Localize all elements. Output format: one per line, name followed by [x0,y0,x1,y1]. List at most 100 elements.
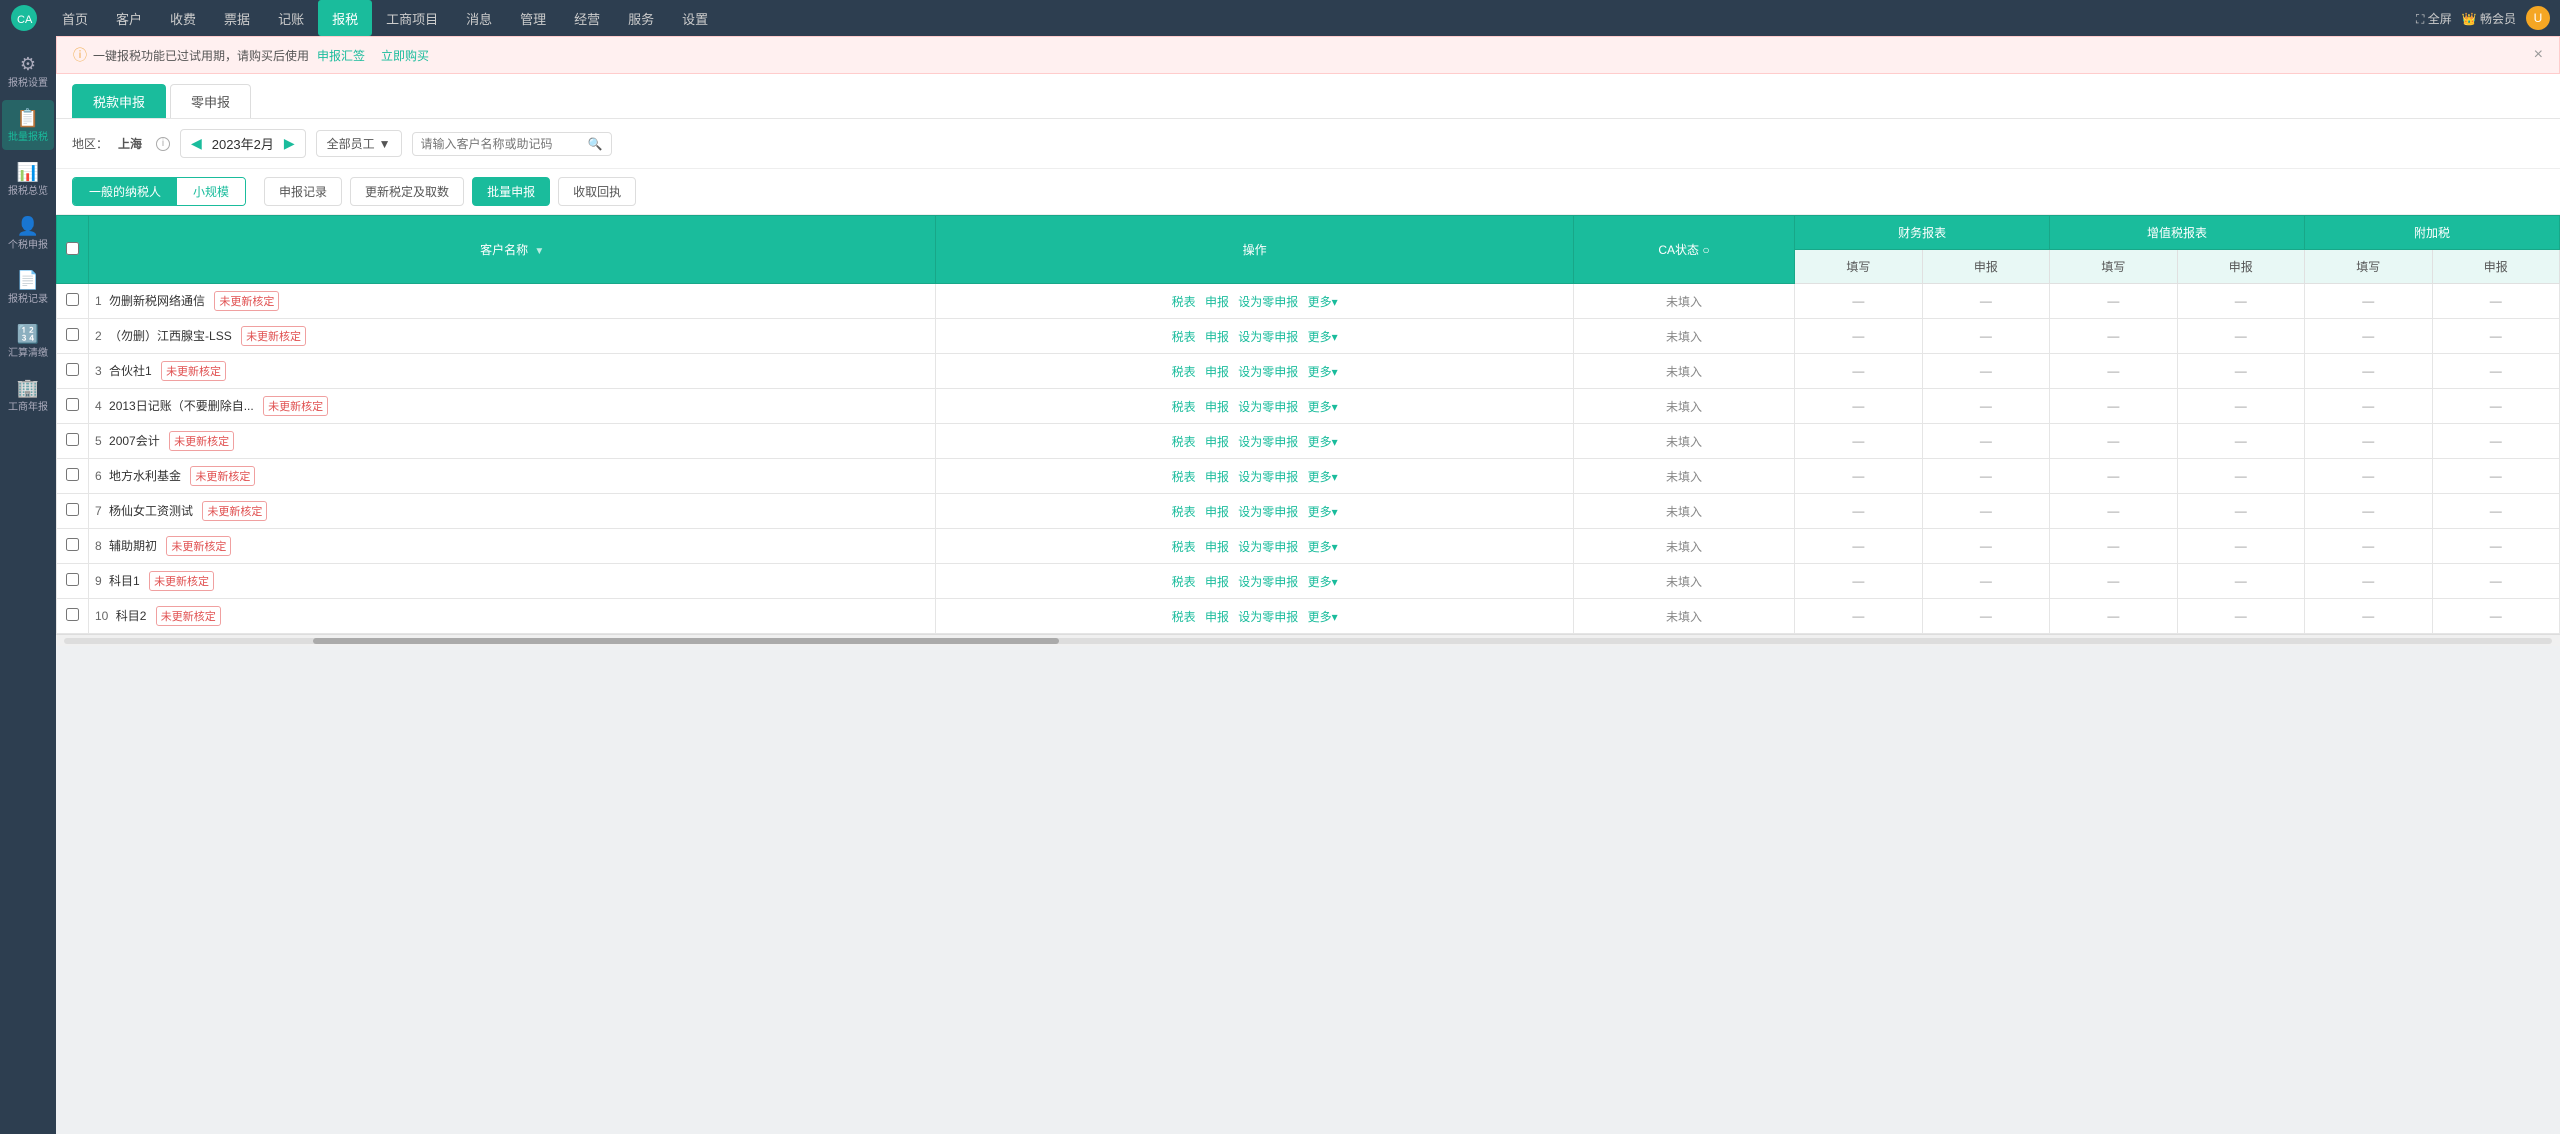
op-tax-table[interactable]: 税表 [1172,400,1196,414]
row-checkbox[interactable] [57,599,89,634]
op-declare[interactable]: 申报 [1205,435,1229,449]
check-all-checkbox[interactable] [66,242,79,255]
op-declare[interactable]: 申报 [1205,610,1229,624]
nav-home[interactable]: 首页 [48,0,102,36]
batch-declare-btn[interactable]: 批量申报 [472,177,550,206]
row-checkbox[interactable] [57,494,89,529]
op-tax-table[interactable]: 税表 [1172,610,1196,624]
op-zero-declare[interactable]: 设为零申报 [1238,540,1298,554]
row-checkbox[interactable] [57,564,89,599]
op-zero-declare[interactable]: 设为零申报 [1238,365,1298,379]
scrollbar-thumb[interactable] [313,638,1059,644]
search-icon[interactable]: 🔍 [588,137,603,151]
op-more[interactable]: 更多▾ [1308,435,1338,449]
row-check-5[interactable] [66,468,79,481]
row-check-8[interactable] [66,573,79,586]
row-check-7[interactable] [66,538,79,551]
scrollbar-track[interactable] [64,638,2552,644]
row-check-2[interactable] [66,363,79,376]
op-tax-table[interactable]: 税表 [1172,575,1196,589]
sidebar-item-business-annual[interactable]: 🏢 工商年报 [2,370,54,420]
prev-month-btn[interactable]: ◀ [191,135,202,152]
declaration-records-btn[interactable]: 申报记录 [264,177,342,206]
op-zero-declare[interactable]: 设为零申报 [1238,330,1298,344]
op-more[interactable]: 更多▾ [1308,400,1338,414]
op-declare[interactable]: 申报 [1205,365,1229,379]
op-tax-table[interactable]: 税表 [1172,435,1196,449]
member-btn[interactable]: 👑 畅会员 [2462,10,2516,27]
nav-fee[interactable]: 收费 [156,0,210,36]
nav-message[interactable]: 消息 [452,0,506,36]
nav-invoice[interactable]: 票据 [210,0,264,36]
op-tax-table[interactable]: 税表 [1172,295,1196,309]
notice-link2[interactable]: 立即购买 [381,47,429,64]
row-checkbox[interactable] [57,389,89,424]
row-check-6[interactable] [66,503,79,516]
next-month-btn[interactable]: ▶ [284,135,295,152]
op-tax-table[interactable]: 税表 [1172,470,1196,484]
search-input[interactable] [421,137,584,151]
notice-close-btn[interactable]: × [2534,46,2543,64]
op-zero-declare[interactable]: 设为零申报 [1238,295,1298,309]
collect-receipt-btn[interactable]: 收取回执 [558,177,636,206]
nav-operation[interactable]: 经营 [560,0,614,36]
op-declare[interactable]: 申报 [1205,295,1229,309]
location-info-icon[interactable]: i [156,137,170,151]
row-checkbox[interactable] [57,459,89,494]
row-checkbox[interactable] [57,354,89,389]
sidebar-item-tax-records[interactable]: 📄 报税记录 [2,262,54,312]
nav-tax[interactable]: 报税 [318,0,372,36]
app-logo[interactable]: CA [10,4,38,32]
sidebar-item-calc-clear[interactable]: 🔢 汇算清缴 [2,316,54,366]
row-checkbox[interactable] [57,529,89,564]
op-zero-declare[interactable]: 设为零申报 [1238,575,1298,589]
row-check-4[interactable] [66,433,79,446]
sort-icon[interactable]: ▼ [534,246,544,257]
row-checkbox[interactable] [57,424,89,459]
op-declare[interactable]: 申报 [1205,400,1229,414]
op-zero-declare[interactable]: 设为零申报 [1238,435,1298,449]
op-declare[interactable]: 申报 [1205,575,1229,589]
nav-settings[interactable]: 设置 [668,0,722,36]
op-zero-declare[interactable]: 设为零申报 [1238,400,1298,414]
nav-business[interactable]: 工商项目 [372,0,452,36]
op-declare[interactable]: 申报 [1205,505,1229,519]
op-declare[interactable]: 申报 [1205,330,1229,344]
tab-general-taxpayer[interactable]: 一般的纳税人 [73,178,177,205]
op-declare[interactable]: 申报 [1205,470,1229,484]
user-avatar[interactable]: U [2526,6,2550,30]
nav-bookkeep[interactable]: 记账 [264,0,318,36]
op-more[interactable]: 更多▾ [1308,295,1338,309]
op-more[interactable]: 更多▾ [1308,330,1338,344]
sidebar-item-personal-tax[interactable]: 👤 个税申报 [2,208,54,258]
horizontal-scrollbar[interactable] [56,634,2560,646]
op-more[interactable]: 更多▾ [1308,470,1338,484]
sidebar-item-batch-tax[interactable]: 📋 批量报税 [2,100,54,150]
sidebar-item-tax-overview[interactable]: 📊 报税总览 [2,154,54,204]
tab-tax-declaration[interactable]: 税款申报 [72,84,166,118]
op-declare[interactable]: 申报 [1205,540,1229,554]
nav-manage[interactable]: 管理 [506,0,560,36]
update-tax-btn[interactable]: 更新税定及取数 [350,177,464,206]
op-tax-table[interactable]: 税表 [1172,330,1196,344]
op-tax-table[interactable]: 税表 [1172,365,1196,379]
op-zero-declare[interactable]: 设为零申报 [1238,505,1298,519]
nav-service[interactable]: 服务 [614,0,668,36]
op-more[interactable]: 更多▾ [1308,365,1338,379]
nav-client[interactable]: 客户 [102,0,156,36]
row-check-1[interactable] [66,328,79,341]
row-check-9[interactable] [66,608,79,621]
tab-small-scale[interactable]: 小规模 [177,178,245,205]
row-checkbox[interactable] [57,319,89,354]
row-check-0[interactable] [66,293,79,306]
row-checkbox[interactable] [57,284,89,319]
fullscreen-btn[interactable]: ⛶ 全屏 [2416,10,2452,27]
tab-zero-declaration[interactable]: 零申报 [170,84,251,118]
row-check-3[interactable] [66,398,79,411]
op-more[interactable]: 更多▾ [1308,610,1338,624]
op-tax-table[interactable]: 税表 [1172,540,1196,554]
op-zero-declare[interactable]: 设为零申报 [1238,470,1298,484]
op-more[interactable]: 更多▾ [1308,575,1338,589]
op-more[interactable]: 更多▾ [1308,540,1338,554]
op-more[interactable]: 更多▾ [1308,505,1338,519]
